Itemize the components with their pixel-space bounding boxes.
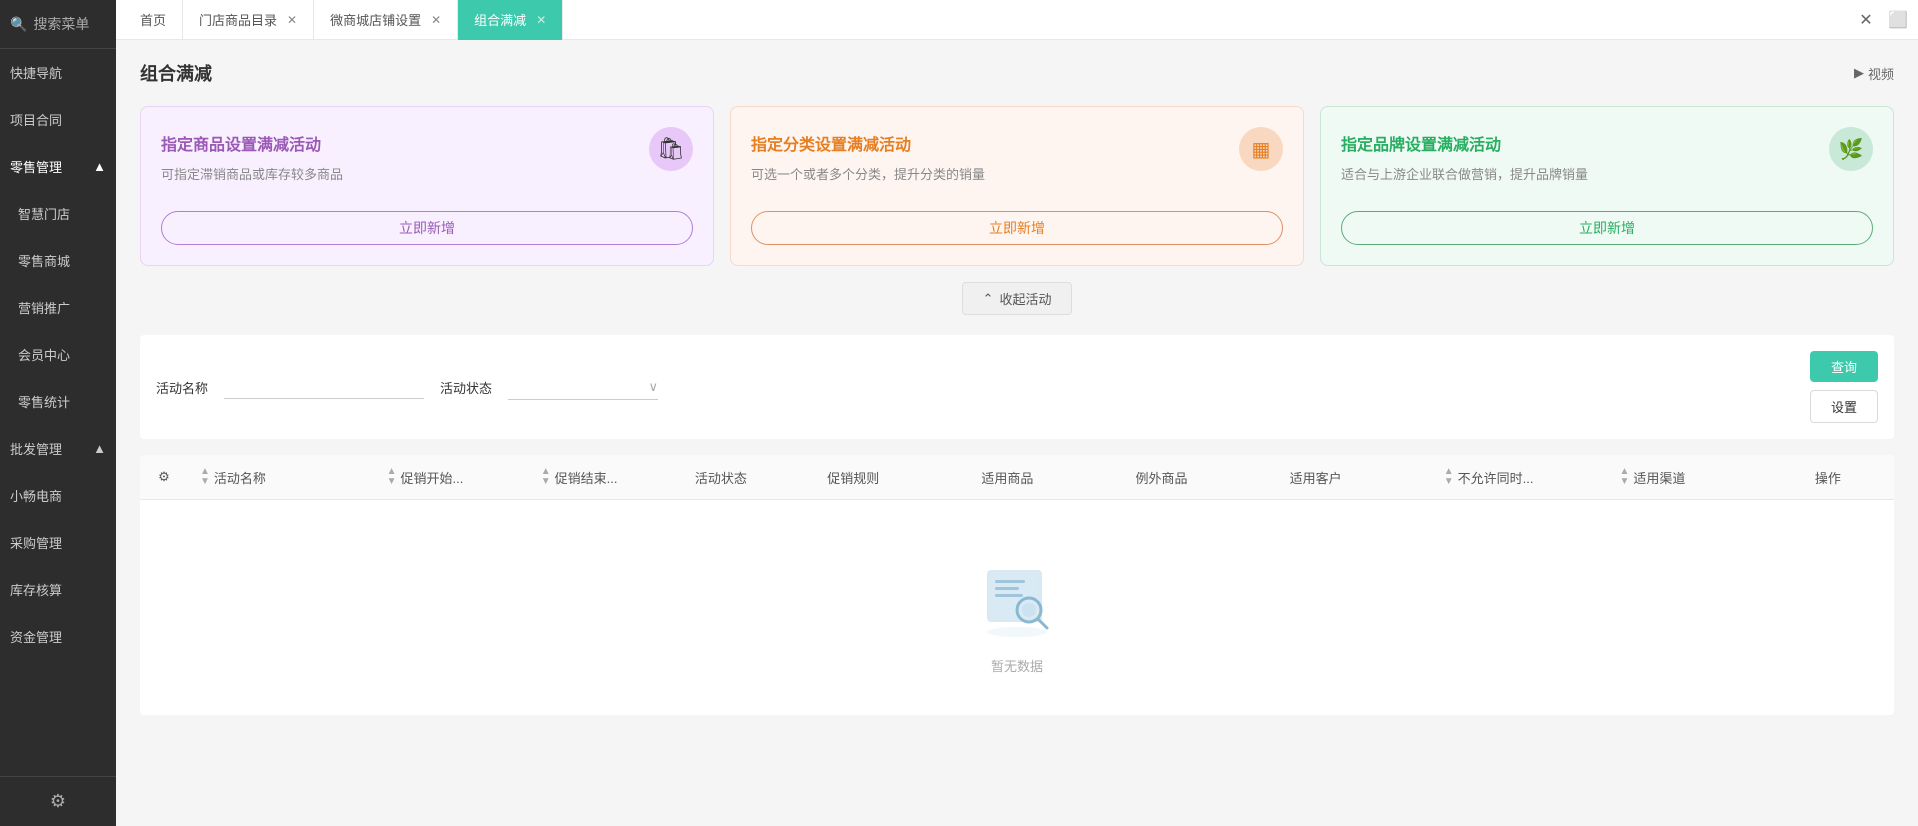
chevron-down-icon: ∨ <box>649 379 659 395</box>
filter-row: 活动名称 活动状态 ∨ 查询 设置 <box>140 335 1894 439</box>
th-action: 操作 <box>1762 468 1894 487</box>
query-button[interactable]: 查询 <box>1810 351 1878 382</box>
card-product-desc: 可指定滞销商品或库存较多商品 <box>161 165 693 195</box>
card-category-add-button[interactable]: 立即新增 <box>751 211 1283 245</box>
card-product-add-button[interactable]: 立即新增 <box>161 211 693 245</box>
collapse-bar: ⌃ 收起活动 <box>140 282 1894 315</box>
filter-actions: 查询 设置 <box>1810 351 1878 423</box>
table-header: ⚙ ▲▼ 活动名称 ▲▼ 促销开始... ▲▼ 促销结束... 活动状态 <box>140 455 1894 500</box>
th-goods: 适用商品 <box>969 468 1123 487</box>
sidebar-item-wholesale[interactable]: 批发管理 ▲ <box>0 425 116 472</box>
sidebar-search[interactable]: 🔍 搜索菜单 <box>0 0 116 49</box>
sidebar-item-member[interactable]: 会员中心 <box>0 331 116 378</box>
card-category-desc: 可选一个或者多个分类，提升分类的销量 <box>751 165 1283 195</box>
window-close-button[interactable]: ✕ <box>1854 8 1878 32</box>
chevron-up-icon: ▲ <box>93 159 106 174</box>
empty-text: 暂无数据 <box>991 656 1043 675</box>
card-brand-icon: 🌿 <box>1829 127 1873 171</box>
sidebar-item-smart-store[interactable]: 智慧门店 <box>0 190 116 237</box>
th-customer: 适用客户 <box>1278 468 1432 487</box>
tab-store-catalog-label: 门店商品目录 <box>199 10 277 29</box>
sidebar-item-retail-stats[interactable]: 零售统计 <box>0 378 116 425</box>
video-link[interactable]: ▶ 视频 <box>1854 64 1894 83</box>
tab-bar: 首页 门店商品目录 ✕ 微商城店铺设置 ✕ 组合满减 ✕ ✕ ⬜ <box>116 0 1918 40</box>
th-start[interactable]: ▲▼ 促销开始... <box>375 467 529 487</box>
search-icon: 🔍 <box>10 16 27 33</box>
card-category-icon: ▦ <box>1239 127 1283 171</box>
card-brand: 指定品牌设置满减活动 🌿 适合与上游企业联合做营销，提升品牌销量 立即新增 <box>1320 106 1894 266</box>
sort-icon: ▲▼ <box>1620 467 1630 487</box>
card-product: 指定商品设置满减活动 🛍 可指定滞销商品或库存较多商品 立即新增 <box>140 106 714 266</box>
th-except: 例外商品 <box>1123 468 1277 487</box>
card-brand-add-button[interactable]: 立即新增 <box>1341 211 1873 245</box>
column-gear-icon: ⚙ <box>158 469 170 485</box>
card-category-title: 指定分类设置满减活动 <box>751 131 1283 155</box>
th-gear[interactable]: ⚙ <box>140 469 188 485</box>
sidebar-search-label: 搜索菜单 <box>33 14 89 34</box>
page-content: 组合满减 ▶ 视频 指定商品设置满减活动 🛍 可指定滞销商品或库存较多商品 立即… <box>116 40 1918 826</box>
th-name[interactable]: ▲▼ 活动名称 <box>188 467 375 487</box>
filter-name-input[interactable] <box>224 375 424 399</box>
video-label: 视频 <box>1868 64 1894 83</box>
activity-cards: 指定商品设置满减活动 🛍 可指定滞销商品或库存较多商品 立即新增 指定分类设置满… <box>140 106 1894 266</box>
tab-home-label: 首页 <box>140 10 166 29</box>
th-end[interactable]: ▲▼ 促销结束... <box>529 467 683 487</box>
tab-home[interactable]: 首页 <box>124 0 183 40</box>
empty-state: 暂无数据 <box>140 500 1894 715</box>
collapse-label: 收起活动 <box>999 289 1051 308</box>
tab-wechat-settings-label: 微商城店铺设置 <box>330 10 421 29</box>
page-header: 组合满减 ▶ 视频 <box>140 60 1894 86</box>
sidebar-bottom: ⚙ <box>0 776 116 826</box>
card-product-title: 指定商品设置满减活动 <box>161 131 693 155</box>
filter-status-select[interactable]: ∨ <box>508 375 658 400</box>
sidebar-item-retail-mgmt[interactable]: 零售管理 ▲ <box>0 143 116 190</box>
page-title: 组合满减 <box>140 60 212 86</box>
sort-icon: ▲▼ <box>387 467 397 487</box>
sidebar-item-inventory[interactable]: 库存核算 <box>0 566 116 613</box>
tab-combo-discount-label: 组合满减 <box>474 10 526 29</box>
chevron-down-icon: ▲ <box>93 441 106 456</box>
card-category: 指定分类设置满减活动 ▦ 可选一个或者多个分类，提升分类的销量 立即新增 <box>730 106 1304 266</box>
setting-button[interactable]: 设置 <box>1810 390 1878 423</box>
th-rule: 促销规则 <box>815 468 969 487</box>
data-table: ⚙ ▲▼ 活动名称 ▲▼ 促销开始... ▲▼ 促销结束... 活动状态 <box>140 455 1894 715</box>
sidebar-item-ecommerce[interactable]: 小畅电商 <box>0 472 116 519</box>
card-product-icon: 🛍 <box>649 127 693 171</box>
collapse-button[interactable]: ⌃ 收起活动 <box>962 282 1073 315</box>
empty-illustration <box>967 560 1067 640</box>
settings-icon[interactable]: ⚙ <box>50 791 66 812</box>
window-maximize-button[interactable]: ⬜ <box>1886 8 1910 32</box>
sidebar-item-purchase[interactable]: 采购管理 <box>0 519 116 566</box>
tab-combo-discount[interactable]: 组合满减 ✕ <box>458 0 563 40</box>
tab-store-catalog-close[interactable]: ✕ <box>287 13 297 27</box>
sidebar-item-shortcuts[interactable]: 快捷导航 <box>0 49 116 96</box>
tab-store-catalog[interactable]: 门店商品目录 ✕ <box>183 0 314 40</box>
tab-combo-discount-close[interactable]: ✕ <box>536 13 546 27</box>
sort-icon: ▲▼ <box>200 467 210 487</box>
main-content: 首页 门店商品目录 ✕ 微商城店铺设置 ✕ 组合满减 ✕ ✕ ⬜ 组合满减 ▶ … <box>116 0 1918 826</box>
th-status: 活动状态 <box>683 468 815 487</box>
play-icon: ▶ <box>1854 65 1864 81</box>
th-notallow[interactable]: ▲▼ 不允许同时... <box>1432 467 1608 487</box>
sort-icon: ▲▼ <box>1444 467 1454 487</box>
sidebar-item-finance[interactable]: 资金管理 <box>0 613 116 660</box>
tab-wechat-settings-close[interactable]: ✕ <box>431 13 441 27</box>
collapse-icon: ⌃ <box>983 291 994 307</box>
th-channel[interactable]: ▲▼ 适用渠道 <box>1608 467 1762 487</box>
card-brand-title: 指定品牌设置满减活动 <box>1341 131 1873 155</box>
sidebar-item-marketing[interactable]: 营销推广 <box>0 284 116 331</box>
sidebar-item-retail-mall[interactable]: 零售商城 <box>0 237 116 284</box>
sidebar: 🔍 搜索菜单 快捷导航 项目合同 零售管理 ▲ 智慧门店 零售商城 营销推广 会… <box>0 0 116 826</box>
filter-name-label: 活动名称 <box>156 378 208 397</box>
card-brand-desc: 适合与上游企业联合做营销，提升品牌销量 <box>1341 165 1873 195</box>
tab-wechat-settings[interactable]: 微商城店铺设置 ✕ <box>314 0 458 40</box>
tab-bar-actions: ✕ ⬜ <box>1854 8 1910 32</box>
sidebar-item-project[interactable]: 项目合同 <box>0 96 116 143</box>
filter-status-label: 活动状态 <box>440 378 492 397</box>
sort-icon: ▲▼ <box>541 467 551 487</box>
